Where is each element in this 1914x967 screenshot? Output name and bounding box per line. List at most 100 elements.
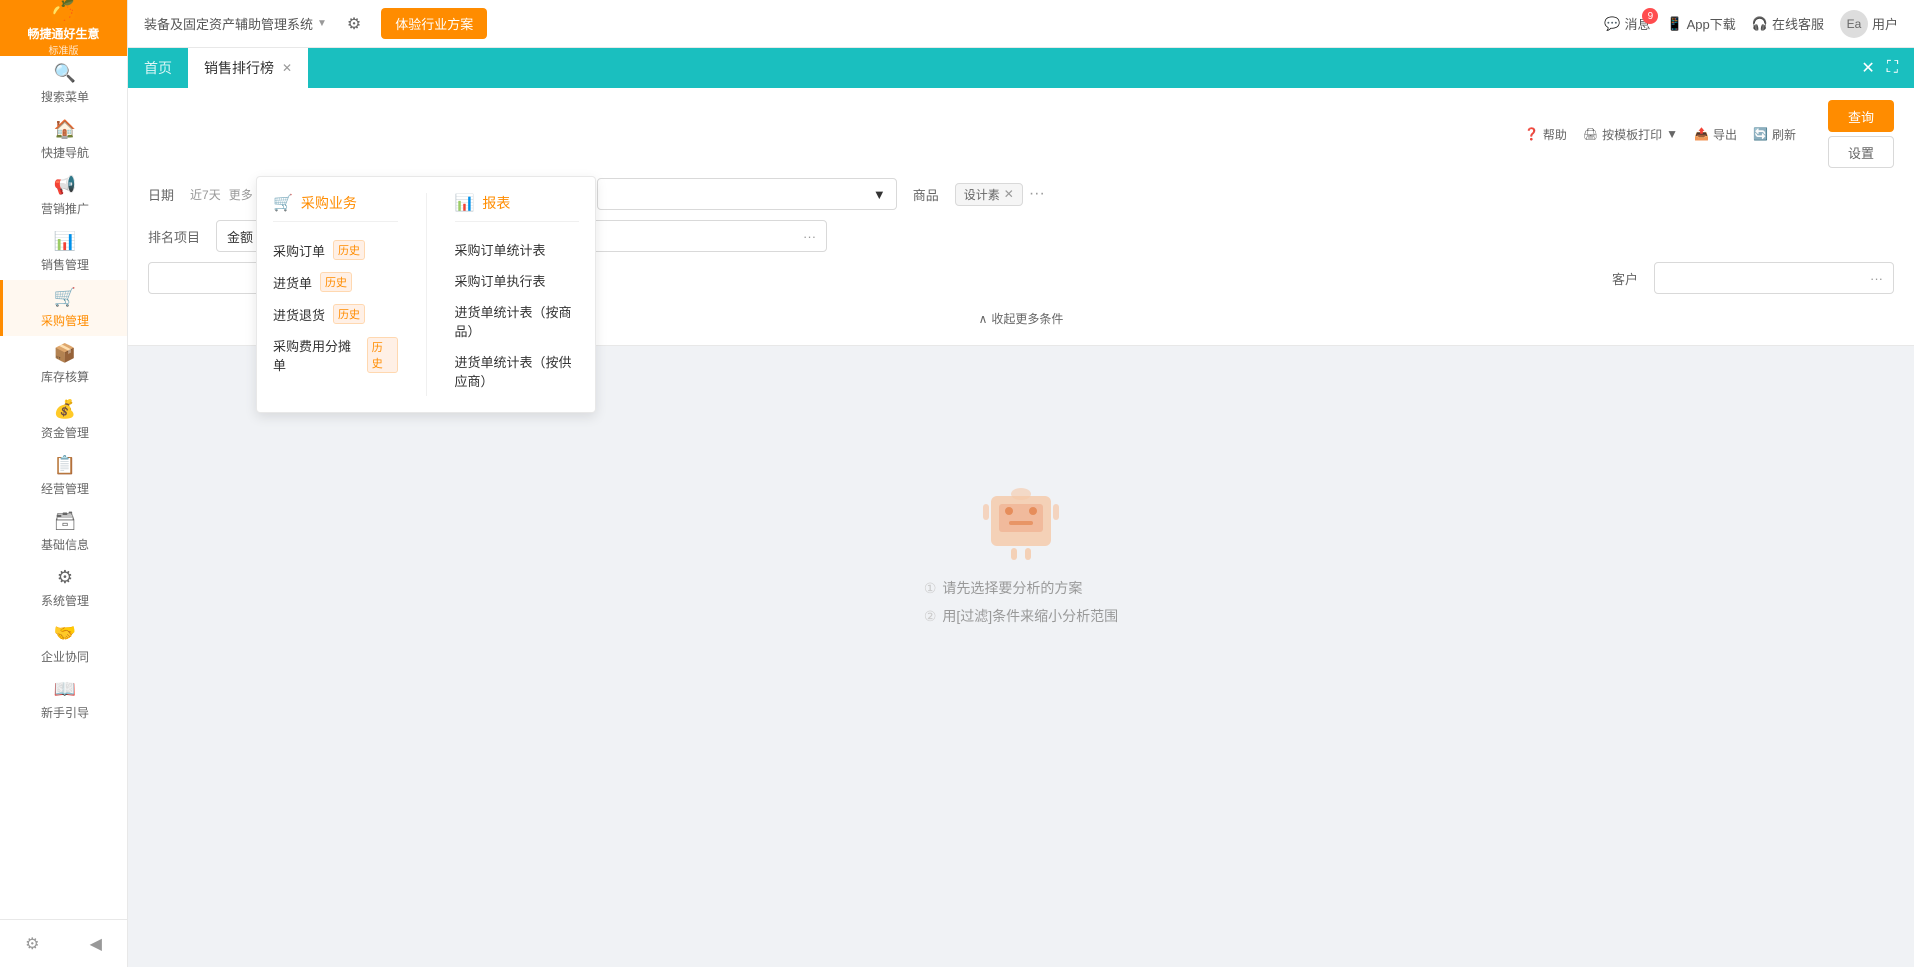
status-select[interactable]: ▼ [597, 178, 897, 210]
message-btn[interactable]: 💬 消息 9 [1604, 14, 1650, 33]
purchase-section-title: 采购业务 [301, 193, 357, 213]
purchase-dropdown-menu: 🛒 采购业务 采购订单 历史 进货单 历史 进货退货 历史 [256, 176, 596, 413]
goods-tag[interactable]: 设计素 ✕ [955, 183, 1023, 206]
purchase-section: 🛒 采购业务 采购订单 历史 进货单 历史 进货退货 历史 [273, 193, 398, 396]
date-option-more[interactable]: 更多 [229, 186, 253, 203]
collapse-label: 收起更多条件 [991, 310, 1063, 327]
message-badge: 9 [1642, 8, 1658, 24]
finance-icon: 💰 [54, 399, 76, 420]
goods-tag-close-icon[interactable]: ✕ [1004, 187, 1014, 201]
print-dropdown-icon: ▼ [1666, 127, 1678, 141]
sidebar-item-finance-label: 资金管理 [41, 424, 89, 441]
print-btn[interactable]: 🖨 按模板打印 ▼ [1583, 126, 1678, 143]
report-section-icon: 📊 [455, 193, 475, 213]
sidebar-item-quick[interactable]: 🏠 快捷导航 [0, 112, 127, 168]
sidebar-item-guide-label: 新手引导 [41, 704, 89, 721]
dropdown-item-inbound[interactable]: 进货单 历史 [273, 266, 398, 298]
help-icon: ❓ [1524, 127, 1539, 141]
tab-home[interactable]: 首页 [128, 48, 188, 88]
query-button[interactable]: 查询 [1828, 100, 1894, 132]
sidebar-item-quick-label: 快捷导航 [41, 144, 89, 161]
industry-btn[interactable]: 体验行业方案 [381, 8, 487, 39]
home-icon: 🏠 [54, 119, 76, 140]
sidebar-item-search[interactable]: 🔍 搜索菜单 [0, 56, 127, 112]
sidebar-bottom: ⚙ ◀ [0, 919, 127, 967]
print-label: 按模板打印 [1602, 126, 1662, 143]
dropdown-item-inbound-stats-supplier[interactable]: 进货单统计表（按供应商） [455, 346, 580, 396]
dropdown-item-expense[interactable]: 采购费用分摊单 历史 [273, 330, 398, 380]
date-option-7days[interactable]: 近7天 [190, 186, 221, 203]
sidebar-item-inventory[interactable]: 📦 库存核算 [0, 336, 127, 392]
purchase-section-icon: 🛒 [273, 193, 293, 213]
date-label: 日期 [148, 185, 174, 204]
return-history-badge: 历史 [333, 304, 365, 324]
settings-bottom-icon[interactable]: ⚙ [25, 934, 39, 954]
dropdown-item-order-exec[interactable]: 采购订单执行表 [455, 265, 580, 296]
logo-icon: 🍊 [50, 0, 77, 25]
help-btn[interactable]: ❓ 帮助 [1524, 126, 1567, 143]
goods-more-dots[interactable]: ··· [1029, 185, 1045, 203]
help-label: 帮助 [1543, 126, 1567, 143]
sidebar-item-system-label: 系统管理 [41, 592, 89, 609]
refresh-icon: 🔄 [1753, 127, 1768, 141]
dropdown-item-inbound-stats-goods[interactable]: 进货单统计表（按商品） [455, 296, 580, 346]
sidebar-item-purchase[interactable]: 🛒 采购管理 [0, 280, 127, 336]
tabbar-expand-icon[interactable]: ⛶ [1887, 59, 1898, 77]
report-section: 📊 报表 采购订单统计表 采购订单执行表 进货单统计表（按商品） 进货单统计表（… [455, 193, 580, 396]
app-download-btn[interactable]: 📱 App下载 [1666, 14, 1735, 33]
topbar: 装备及固定资产辅助管理系统 ▼ ⚙ 体验行业方案 💬 消息 9 📱 App下载 … [128, 0, 1914, 48]
export-btn[interactable]: 📤 导出 [1694, 126, 1737, 143]
sidebar-item-basic[interactable]: 🗃 基础信息 [0, 504, 127, 560]
tabbar: 首页 销售排行榜 ✕ ✕ ⛶ [128, 48, 1914, 88]
message-icon: 💬 [1604, 16, 1620, 32]
dropdown-separator [426, 193, 427, 396]
settings-button[interactable]: 设置 [1828, 136, 1894, 168]
enterprise-icon: 🤝 [54, 623, 76, 644]
sidebar-item-sales[interactable]: 📊 销售管理 [0, 224, 127, 280]
customer-select[interactable]: ··· [1654, 262, 1894, 294]
tabbar-close-icon[interactable]: ✕ [1861, 58, 1874, 78]
collapse-sidebar-icon[interactable]: ◀ [90, 934, 102, 954]
tab-sales-rank[interactable]: 销售排行榜 ✕ [188, 48, 308, 88]
sidebar: 🍊 畅捷通好生意 标准版 🔍 搜索菜单 🏠 快捷导航 📢 营销推广 📊 销售管理… [0, 0, 128, 967]
inbound-stats-supplier-label: 进货单统计表（按供应商） [455, 352, 580, 390]
tab-home-label: 首页 [144, 58, 172, 78]
system-dropdown[interactable]: 装备及固定资产辅助管理系统 ▼ [144, 14, 327, 33]
user-btn[interactable]: Ea 用户 [1840, 10, 1898, 38]
dropdown-item-return[interactable]: 进货退货 历史 [273, 298, 398, 330]
sidebar-item-guide[interactable]: 📖 新手引导 [0, 672, 127, 728]
dropdown-item-order-stats[interactable]: 采购订单统计表 [455, 234, 580, 265]
settings-gear-icon[interactable]: ⚙ [347, 14, 361, 34]
topbar-right: 💬 消息 9 📱 App下载 🎧 在线客服 Ea 用户 [1604, 10, 1898, 38]
salesperson-dots[interactable]: ··· [803, 229, 816, 244]
sidebar-item-system[interactable]: ⚙ 系统管理 [0, 560, 127, 616]
guide-icon: 📖 [54, 679, 76, 700]
app-download-label: App下载 [1687, 14, 1736, 33]
sidebar-item-operation[interactable]: 📋 经营管理 [0, 448, 127, 504]
basic-icon: 🗃 [54, 511, 77, 532]
inventory-icon: 📦 [54, 343, 76, 364]
dropdown-arrow-icon: ▼ [317, 18, 327, 29]
tab-close-icon[interactable]: ✕ [282, 61, 292, 75]
inbound-label: 进货单 [273, 273, 312, 292]
print-icon: 🖨 [1583, 127, 1598, 141]
status-arrow-icon: ▼ [873, 187, 886, 202]
dropdown-item-purchase-order[interactable]: 采购订单 历史 [273, 234, 398, 266]
customer-dots[interactable]: ··· [1870, 271, 1883, 286]
order-stats-label: 采购订单统计表 [455, 240, 546, 259]
online-service-btn[interactable]: 🎧 在线客服 [1752, 14, 1824, 33]
rank-label: 排名项目 [148, 227, 200, 246]
sidebar-item-finance[interactable]: 💰 资金管理 [0, 392, 127, 448]
report-section-header: 📊 报表 [455, 193, 580, 222]
user-label: 用户 [1872, 14, 1898, 33]
sidebar-item-enterprise-label: 企业协同 [41, 648, 89, 665]
avatar-initial: Ea [1847, 17, 1862, 31]
sidebar-item-enterprise[interactable]: 🤝 企业协同 [0, 616, 127, 672]
headset-icon: 🎧 [1752, 16, 1768, 32]
empty-illustration [961, 466, 1081, 566]
expense-label: 采购费用分摊单 [273, 336, 359, 374]
sidebar-item-marketing[interactable]: 📢 营销推广 [0, 168, 127, 224]
refresh-btn[interactable]: 🔄 刷新 [1753, 126, 1796, 143]
salesperson-select[interactable]: ··· [587, 220, 827, 252]
inbound-history-badge: 历史 [320, 272, 352, 292]
